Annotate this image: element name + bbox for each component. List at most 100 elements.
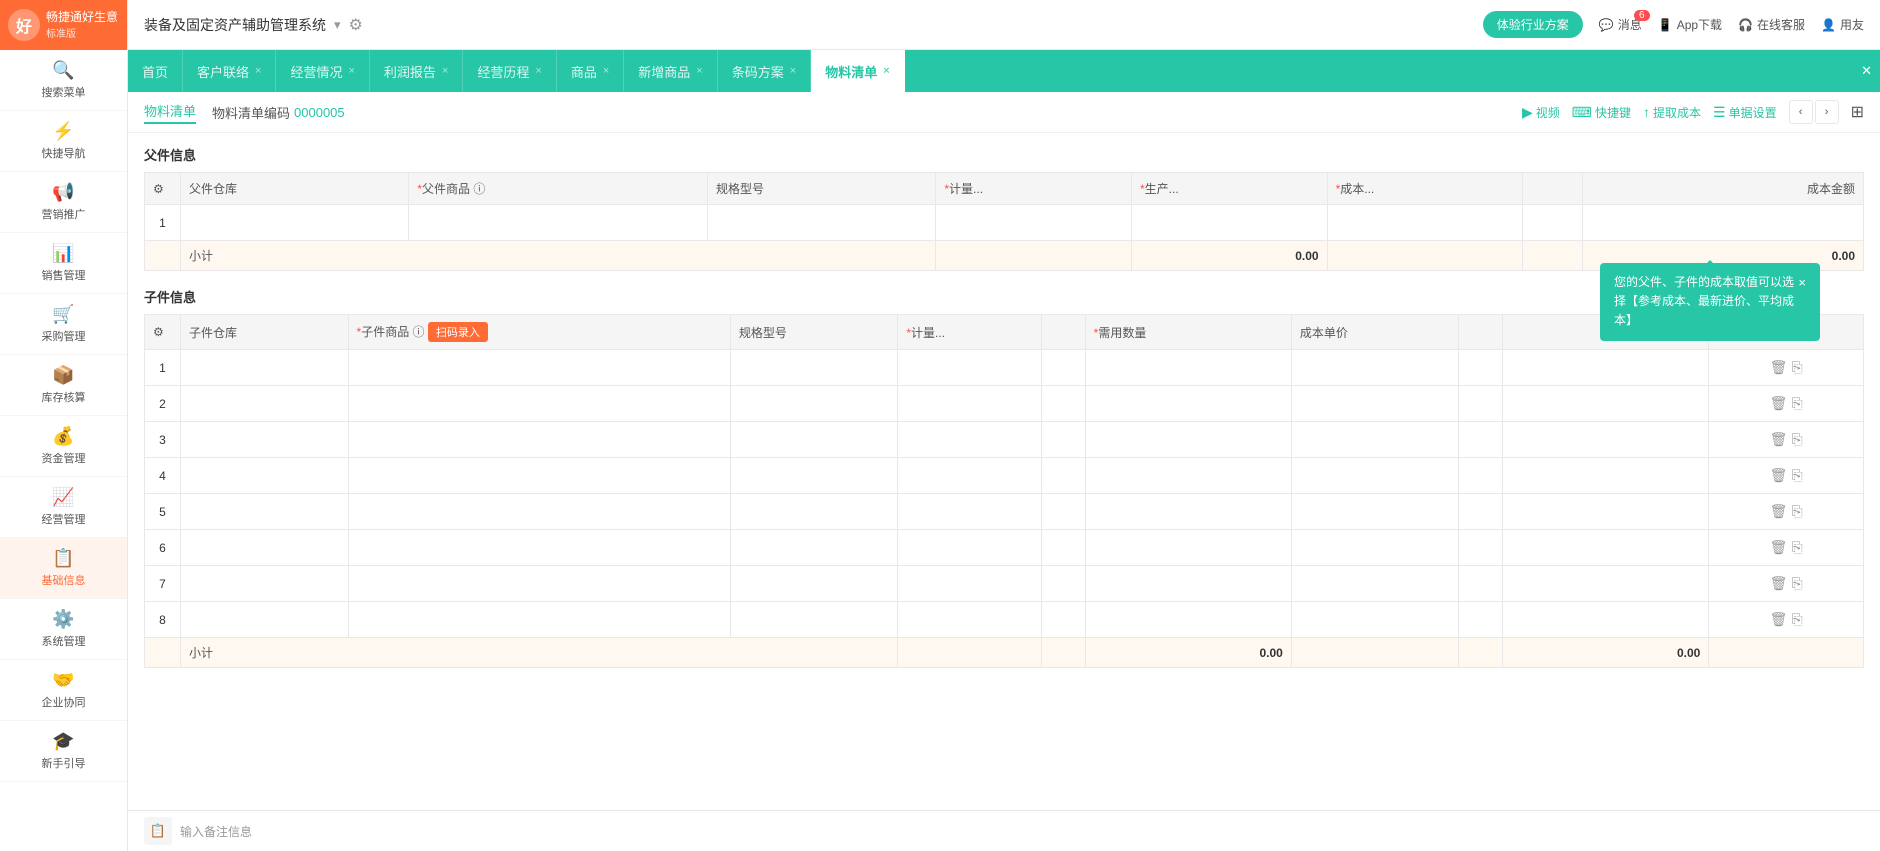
experience-button[interactable]: 体验行业方案	[1483, 11, 1583, 38]
child-unit[interactable]	[898, 602, 1042, 638]
child-goods[interactable]	[348, 350, 730, 386]
parent-col-setting[interactable]: ⚙	[145, 173, 181, 205]
copy-icon[interactable]: ⎘	[1791, 431, 1802, 448]
copy-icon[interactable]: ⎘	[1791, 467, 1802, 484]
child-qty[interactable]	[1085, 422, 1291, 458]
child-unit-cost[interactable]	[1291, 386, 1459, 422]
sidebar-item-finance[interactable]: 💰 资金管理	[0, 416, 127, 477]
sidebar-item-guide[interactable]: 🎓 新手引导	[0, 721, 127, 782]
delete-icon[interactable]: 🗑	[1770, 611, 1788, 628]
shortcut-btn[interactable]: ⌨ 快捷键	[1572, 104, 1631, 121]
copy-icon[interactable]: ⎘	[1791, 575, 1802, 592]
tab-bom[interactable]: 物料清单 ×	[811, 50, 904, 92]
child-unit-cost[interactable]	[1291, 494, 1459, 530]
delete-icon[interactable]: 🗑	[1770, 575, 1788, 592]
parent-spec-cell[interactable]	[708, 205, 936, 241]
child-goods[interactable]	[348, 386, 730, 422]
child-warehouse[interactable]	[181, 422, 349, 458]
child-qty[interactable]	[1085, 386, 1291, 422]
close-all-icon[interactable]: ✕	[1861, 63, 1872, 79]
grid-view-icon[interactable]: ⊞	[1851, 102, 1864, 122]
child-goods[interactable]	[348, 458, 730, 494]
child-unit[interactable]	[898, 458, 1042, 494]
tab-home[interactable]: 首页	[128, 50, 183, 92]
dropdown-icon[interactable]: ▾	[334, 17, 341, 33]
child-unit[interactable]	[898, 566, 1042, 602]
tab-profit-report[interactable]: 利润报告 ×	[370, 50, 463, 92]
child-qty[interactable]	[1085, 602, 1291, 638]
child-warehouse[interactable]	[181, 530, 349, 566]
user-action[interactable]: 👤 用友	[1821, 16, 1864, 33]
child-spec[interactable]	[730, 386, 898, 422]
child-unit[interactable]	[898, 494, 1042, 530]
child-goods[interactable]	[348, 494, 730, 530]
copy-icon[interactable]: ⎘	[1791, 503, 1802, 520]
tab-close-icon[interactable]: ×	[883, 65, 889, 77]
delete-icon[interactable]: 🗑	[1770, 395, 1788, 412]
tooltip-close-btn[interactable]: ×	[1798, 273, 1806, 294]
tab-close-icon[interactable]: ×	[696, 65, 702, 77]
child-qty[interactable]	[1085, 458, 1291, 494]
child-col-setting[interactable]: ⚙	[145, 315, 181, 350]
tab-close-icon[interactable]: ×	[442, 65, 448, 77]
view-btn[interactable]: ▶ 视频	[1522, 104, 1560, 121]
online-service-action[interactable]: 🎧 在线客服	[1738, 16, 1805, 33]
copy-icon[interactable]: ⎘	[1791, 539, 1802, 556]
child-unit[interactable]	[898, 386, 1042, 422]
child-qty[interactable]	[1085, 494, 1291, 530]
get-cost-btn[interactable]: ↑ 提取成本	[1643, 104, 1701, 121]
single-setting-btn[interactable]: ☰ 单据设置	[1713, 104, 1777, 121]
tab-new-goods[interactable]: 新增商品 ×	[624, 50, 717, 92]
child-spec[interactable]	[730, 566, 898, 602]
sidebar-item-sales[interactable]: 📊 销售管理	[0, 233, 127, 294]
breadcrumb-bom[interactable]: 物料清单	[144, 101, 196, 124]
page-prev-btn[interactable]: ‹	[1789, 100, 1813, 124]
app-download-action[interactable]: 📱 App下载	[1658, 16, 1722, 33]
tab-close-icon[interactable]: ×	[790, 65, 796, 77]
delete-icon[interactable]: 🗑	[1770, 359, 1788, 376]
parent-unit-cell[interactable]	[936, 205, 1132, 241]
child-unit[interactable]	[898, 530, 1042, 566]
delete-icon[interactable]: 🗑	[1770, 431, 1788, 448]
child-goods[interactable]	[348, 422, 730, 458]
tab-close-icon[interactable]: ×	[255, 65, 261, 77]
child-goods[interactable]	[348, 566, 730, 602]
child-unit[interactable]	[898, 422, 1042, 458]
child-goods[interactable]	[348, 602, 730, 638]
tab-customer[interactable]: 客户联络 ×	[183, 50, 276, 92]
tab-goods[interactable]: 商品 ×	[557, 50, 624, 92]
child-spec[interactable]	[730, 350, 898, 386]
sidebar-item-basic-info[interactable]: 📋 基础信息	[0, 538, 127, 599]
child-unit-cost[interactable]	[1291, 602, 1459, 638]
child-spec[interactable]	[730, 422, 898, 458]
child-spec[interactable]	[730, 458, 898, 494]
sidebar-item-system[interactable]: ⚙️ 系统管理	[0, 599, 127, 660]
message-action[interactable]: 💬 6 消息	[1599, 16, 1642, 33]
child-unit-cost[interactable]	[1291, 566, 1459, 602]
tab-barcode[interactable]: 条码方案 ×	[718, 50, 811, 92]
child-unit-cost[interactable]	[1291, 350, 1459, 386]
delete-icon[interactable]: 🗑	[1770, 503, 1788, 520]
child-warehouse[interactable]	[181, 566, 349, 602]
sidebar-item-marketing[interactable]: 📢 营销推广	[0, 172, 127, 233]
delete-icon[interactable]: 🗑	[1770, 467, 1788, 484]
tab-close-icon[interactable]: ×	[603, 65, 609, 77]
parent-warehouse-cell[interactable]	[181, 205, 409, 241]
page-next-btn[interactable]: ›	[1815, 100, 1839, 124]
delete-icon[interactable]: 🗑	[1770, 539, 1788, 556]
sidebar-item-operations[interactable]: 📈 经营管理	[0, 477, 127, 538]
child-warehouse[interactable]	[181, 494, 349, 530]
copy-icon[interactable]: ⎘	[1791, 611, 1802, 628]
bottom-icon-1[interactable]: 📋	[144, 817, 172, 845]
scan-btn[interactable]: 扫码录入	[428, 322, 488, 342]
child-qty[interactable]	[1085, 530, 1291, 566]
sidebar-item-quick-nav[interactable]: ⚡ 快捷导航	[0, 111, 127, 172]
tab-operations-status[interactable]: 经营情况 ×	[276, 50, 369, 92]
copy-icon[interactable]: ⎘	[1791, 395, 1802, 412]
child-unit-cost[interactable]	[1291, 530, 1459, 566]
child-qty[interactable]	[1085, 350, 1291, 386]
child-spec[interactable]	[730, 494, 898, 530]
child-warehouse[interactable]	[181, 458, 349, 494]
parent-produce-cell[interactable]	[1131, 205, 1327, 241]
settings-icon[interactable]: ⚙	[349, 15, 363, 35]
